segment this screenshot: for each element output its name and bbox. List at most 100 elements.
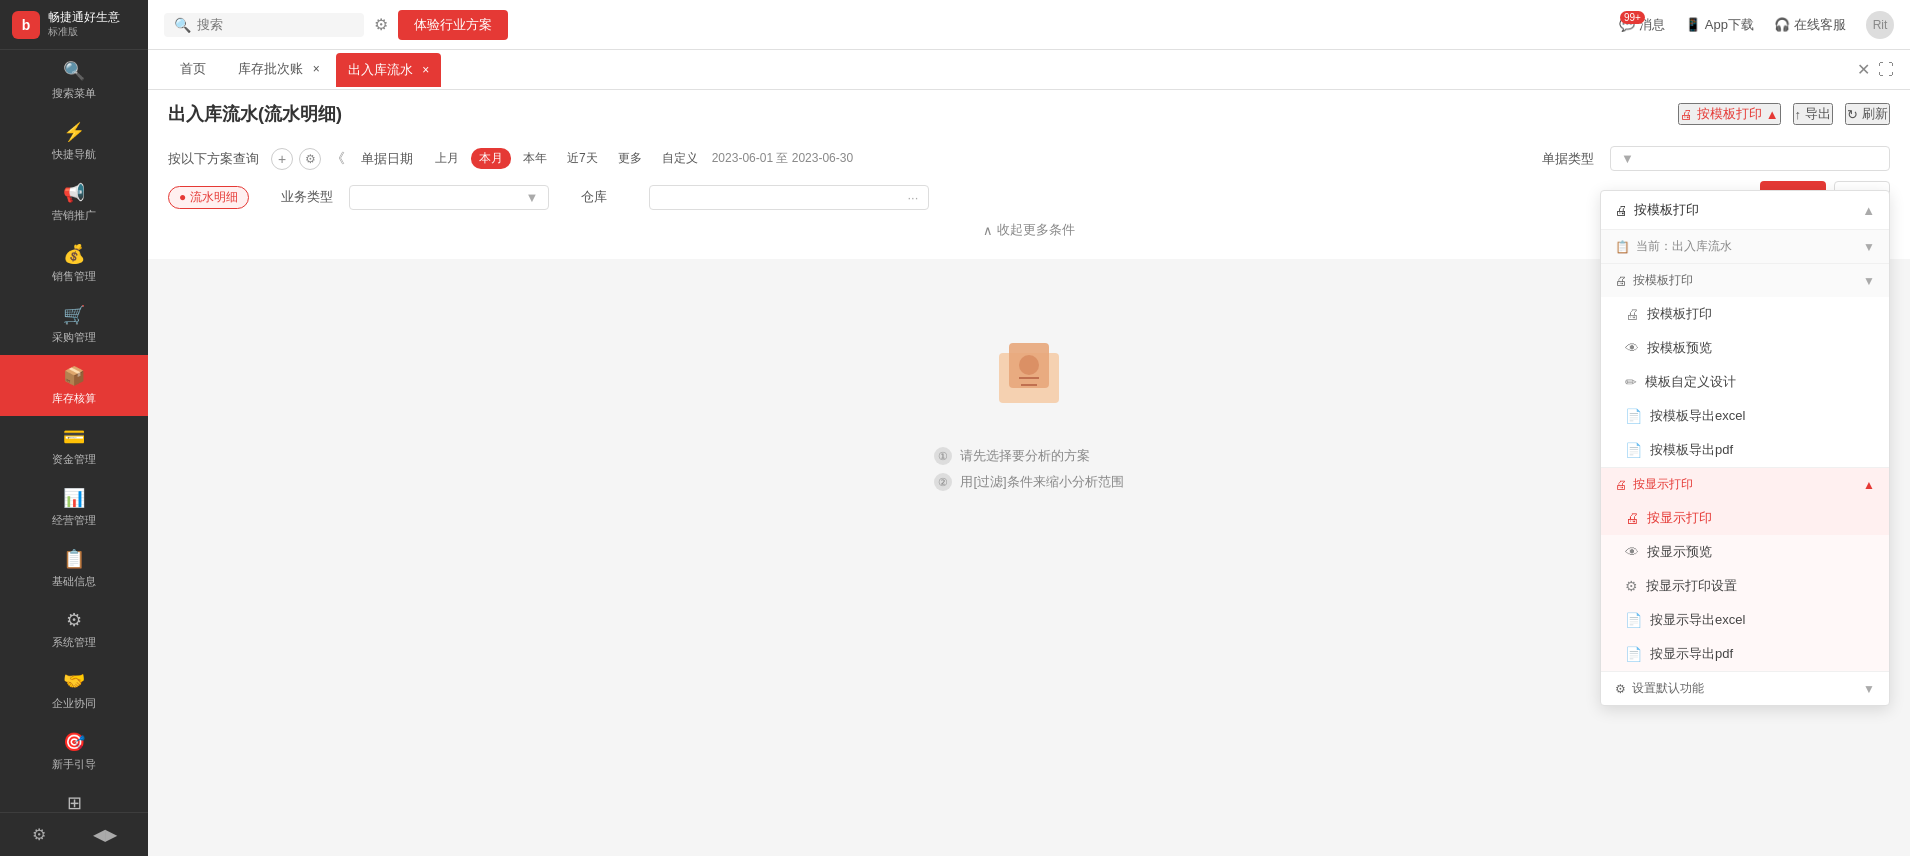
sidebar-item-corp[interactable]: 🤝 企业协同 [0,660,148,721]
step-2: ② 用[过滤]条件来缩小分析范围 [934,469,1123,495]
tab-batch-close[interactable]: × [313,62,320,76]
sidebar-item-inventory[interactable]: 📦 库存核算 [0,355,148,416]
select-caret-icon: ▼ [525,190,538,205]
date-btn-more[interactable]: 更多 [610,148,650,169]
app-download-btn[interactable]: 📱 App下载 [1685,16,1754,34]
template-pdf-item[interactable]: 📄 按模板导出pdf [1601,433,1889,467]
search-icon: 🔍 [63,60,85,82]
printer-icon: 🖨 [1625,306,1639,322]
filter-actions: + ⚙ 《 [271,148,349,170]
sidebar-item-guide[interactable]: 🎯 新手引导 [0,721,148,782]
sidebar-item-appstore[interactable]: ⊞ 应用中心 [0,782,148,812]
handshake-icon: 🤝 [63,670,85,692]
more-icon: ··· [907,190,918,205]
export-btn[interactable]: ↑ 导出 [1793,103,1834,125]
dropdown-footer[interactable]: ⚙ 设置默认功能 ▼ [1601,672,1889,705]
refresh-icon: ↻ [1847,107,1858,122]
pdf-icon: 📄 [1625,442,1642,458]
tab-flow[interactable]: 出入库流水 × [336,53,442,87]
footer-caret: ▼ [1863,682,1875,696]
app-name: 畅捷通好生意 [48,10,120,26]
sidebar-item-nav[interactable]: ⚡ 快捷导航 [0,111,148,172]
phone-icon: 📱 [1685,17,1701,32]
dropdown-header-caret[interactable]: ▲ [1862,203,1875,218]
app-logo: b 畅捷通好生意 标准版 [0,0,148,50]
customer-service-label: 在线客服 [1794,16,1846,34]
date-btn-prev-month[interactable]: 上月 [427,148,467,169]
filter-setting-btn[interactable]: ⚙ [299,148,321,170]
megaphone-icon: 📢 [63,182,85,204]
industry-btn[interactable]: 体验行业方案 [398,10,508,40]
display-section-header[interactable]: 🖨 按显示打印 ▲ [1601,468,1889,501]
sidebar-item-label: 企业协同 [52,696,96,711]
customer-service-btn[interactable]: 🎧 在线客服 [1774,16,1846,34]
tab-flow-close[interactable]: × [422,63,429,77]
tab-batch[interactable]: 库存批次账 × [222,52,336,88]
template-section-header[interactable]: 🖨 按模板打印 ▼ [1601,264,1889,297]
date-btn-custom[interactable]: 自定义 [654,148,706,169]
print-template-btn[interactable]: 🖨 按模板打印 ▲ [1678,103,1781,125]
dropdown-panel: 🖨 按模板打印 ▲ 📋 当前：出入库流水 ▼ 🖨 按模板打印 [1600,190,1890,706]
sidebar-item-basic[interactable]: 📋 基础信息 [0,538,148,599]
filter-add-btn[interactable]: + [271,148,293,170]
display-excel-item[interactable]: 📄 按显示导出excel [1601,603,1889,637]
app-version: 标准版 [48,25,120,39]
appstore-icon: ⊞ [67,792,82,812]
sidebar-settings-btn[interactable]: ⚙ [32,825,46,844]
date-btn-this-month[interactable]: 本月 [471,148,511,169]
voucher-select[interactable]: ▼ [1610,146,1890,171]
template-preview-item[interactable]: 👁 按模板预览 [1601,331,1889,365]
topbar: 🔍 ⚙ 体验行业方案 💬 99+ 消息 📱 App下载 🎧 在线客服 [148,0,1910,50]
warehouse-select[interactable]: ··· [649,185,929,210]
date-quickbtns: 上月 本月 本年 近7天 更多 自定义 [427,148,706,169]
topbar-search-box[interactable]: 🔍 [164,13,364,37]
search-input[interactable] [197,17,337,32]
template-print-item[interactable]: 🖨 按模板打印 [1601,297,1889,331]
pdf-icon: 📄 [1625,646,1642,662]
window-controls: ✕ ⛶ [1857,60,1894,79]
sidebar-item-marketing[interactable]: 📢 营销推广 [0,172,148,233]
display-pdf-item[interactable]: 📄 按显示导出pdf [1601,637,1889,671]
sidebar-item-system[interactable]: ⚙ 系统管理 [0,599,148,660]
template-print-section: 🖨 按模板打印 ▼ 🖨 按模板打印 👁 按模板预览 ✏ 模板自定义设计 [1601,264,1889,468]
biz-type-area: 业务类型 ▼ [281,185,549,210]
filter-collapse-btn[interactable]: 《 [327,148,349,170]
printer-icon: 🖨 [1680,107,1693,122]
display-settings-item[interactable]: ⚙ 按显示打印设置 [1601,569,1889,603]
select-caret-down: ▼ [1621,151,1634,166]
page-title: 出入库流水(流水明细) [168,102,342,126]
display-preview-item[interactable]: 👁 按显示预览 [1601,535,1889,569]
template-custom-item[interactable]: ✏ 模板自定义设计 [1601,365,1889,399]
date-label: 单据日期 [361,150,421,168]
date-btn-7days[interactable]: 近7天 [559,148,606,169]
sidebar-item-sales[interactable]: 💰 销售管理 [0,233,148,294]
sidebar-item-search[interactable]: 🔍 搜索菜单 [0,50,148,111]
template-excel-item[interactable]: 📄 按模板导出excel [1601,399,1889,433]
printer-icon: 🖨 [1615,203,1628,218]
date-btn-this-year[interactable]: 本年 [515,148,555,169]
settings-icon[interactable]: ⚙ [374,15,388,34]
tab-home[interactable]: 首页 [164,52,222,88]
sidebar-collapse-btn[interactable]: ◀▶ [93,825,117,844]
display-print-item[interactable]: 🖨 按显示打印 [1601,501,1889,535]
printer-icon: 🖨 [1615,274,1627,288]
user-menu[interactable]: Rit [1866,11,1894,39]
voucher-type-tag[interactable]: ● 流水明细 [168,186,249,209]
refresh-btn[interactable]: ↻ 刷新 [1845,103,1890,125]
template-section-caret: ▼ [1863,274,1875,288]
voucher-type-area: 单据类型 ▼ [1542,146,1890,171]
dropdown-current: 📋 当前：出入库流水 ▼ [1601,230,1889,264]
sidebar-item-label: 销售管理 [52,269,96,284]
sidebar-item-finance[interactable]: 💳 资金管理 [0,416,148,477]
biz-type-label: 业务类型 [281,188,341,206]
cart-icon: 🛒 [63,304,85,326]
sidebar-item-operations[interactable]: 📊 经营管理 [0,477,148,538]
window-maximize-btn[interactable]: ⛶ [1878,61,1894,79]
main-area: 🔍 ⚙ 体验行业方案 💬 99+ 消息 📱 App下载 🎧 在线客服 [148,0,1910,856]
current-caret: ▼ [1863,240,1875,254]
window-close-btn[interactable]: ✕ [1857,60,1870,79]
sidebar-item-purchase[interactable]: 🛒 采购管理 [0,294,148,355]
biz-type-select[interactable]: ▼ [349,185,549,210]
edit-icon: ✏ [1625,374,1637,390]
messages-btn[interactable]: 💬 99+ 消息 [1619,16,1665,34]
